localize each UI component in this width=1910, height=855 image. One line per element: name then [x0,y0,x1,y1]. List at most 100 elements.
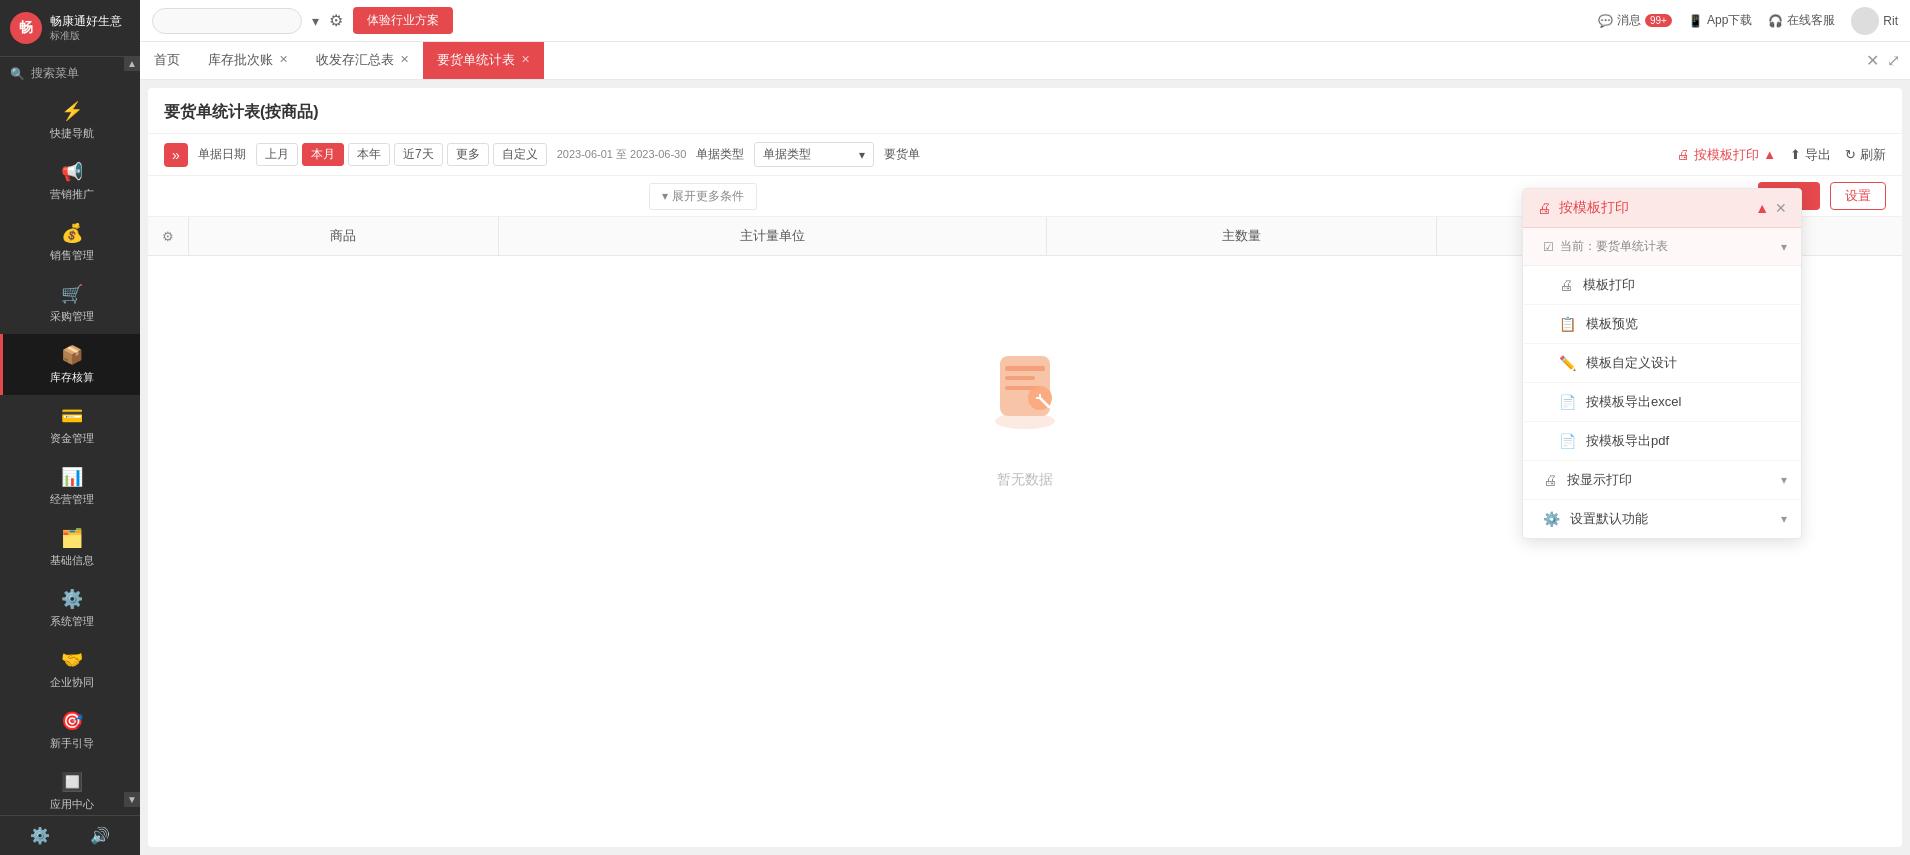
page-content: 要货单统计表(按商品) » 单据日期 上月 本月 本年 近7天 更多 自定义 2… [148,88,1902,847]
sidebar-item-sales[interactable]: 💰 销售管理 [0,212,140,273]
sidebar-item-operations[interactable]: 📊 经营管理 [0,456,140,517]
sidebar-item-apps[interactable]: 🔲 应用中心 [0,761,140,815]
expand-filter-button[interactable]: » [164,143,188,167]
basic-icon: 🗂️ [61,527,83,549]
sidebar-item-guide[interactable]: 🎯 新手引导 [0,700,140,761]
sidebar-item-label: 库存核算 [50,370,94,385]
printer-header-icon: 🖨 [1537,200,1551,216]
sidebar-item-label: 快捷导航 [50,126,94,141]
expand-more-button[interactable]: ▾ 展开更多条件 [649,183,757,210]
sidebar-item-quick-nav[interactable]: ⚡ 快捷导航 [0,90,140,151]
logo-icon: 畅 [10,12,42,44]
export-button[interactable]: ⬆ 导出 [1790,146,1831,164]
th-gear[interactable]: ⚙ [148,217,188,256]
close-tab-button[interactable]: ✕ [1866,51,1879,70]
headset-icon: 🎧 [1768,14,1783,28]
avatar-button[interactable]: Rit [1851,7,1898,35]
export-icon: ⬆ [1790,147,1801,162]
quick-nav-icon: ⚡ [61,100,83,122]
online-service-button[interactable]: 🎧 在线客服 [1768,12,1835,29]
empty-text: 暂无数据 [997,471,1053,489]
topbar-right: 💬 消息 99+ 📱 App下载 🎧 在线客服 Rit [1598,7,1898,35]
date-btn-last-month[interactable]: 上月 [256,143,298,166]
order-type-select[interactable]: 单据类型 ▾ [754,142,874,167]
app-download-button[interactable]: 📱 App下载 [1688,12,1752,29]
refresh-icon: ↻ [1845,147,1856,162]
date-btn-this-month[interactable]: 本月 [302,143,344,166]
date-range-display: 2023-06-01 至 2023-06-30 [557,147,687,162]
topbar-dropdown-arrow[interactable]: ▾ [312,13,319,29]
search-menu-button[interactable]: 🔍 搜索菜单 [0,57,140,90]
dropdown-item-export-pdf[interactable]: 📄 按模板导出pdf [1523,422,1801,461]
date-btn-custom[interactable]: 自定义 [493,143,547,166]
dropdown-item-template-print[interactable]: 🖨 模板打印 [1523,266,1801,305]
date-btn-7days[interactable]: 近7天 [394,143,443,166]
chevron-down-icon: ▾ [859,148,865,162]
empty-illustration [975,336,1075,455]
sidebar-item-label: 营销推广 [50,187,94,202]
set-default-item-icon: ⚙️ [1543,511,1560,527]
template-print-dropdown: 🖨 按模板打印 ▲ ✕ ☑ 当前：要货单统计表 ▾ 🖨 模板打印 [1522,188,1802,539]
date-filter-label: 单据日期 [198,146,246,163]
dropdown-item-template-preview[interactable]: 📋 模板预览 [1523,305,1801,344]
sidebar-item-inventory[interactable]: 📦 库存核算 [0,334,140,395]
settings-button[interactable]: 设置 [1830,182,1886,210]
sidebar-item-label: 采购管理 [50,309,94,324]
dropdown-item-set-default[interactable]: ⚙️ 设置默认功能 ▾ [1523,500,1801,538]
sidebar-item-basic[interactable]: 🗂️ 基础信息 [0,517,140,578]
dropdown-item-export-excel[interactable]: 📄 按模板导出excel [1523,383,1801,422]
refresh-button[interactable]: ↻ 刷新 [1845,146,1886,164]
expand-tab-button[interactable]: ⤢ [1887,51,1900,70]
system-icon: ⚙️ [61,588,83,610]
trial-button[interactable]: 体验行业方案 [353,7,453,34]
sidebar-item-purchase[interactable]: 🛒 采购管理 [0,273,140,334]
sidebar: 畅 畅康通好生意 标准版 🔍 搜索菜单 ⚡ 快捷导航 📢 营销推广 💰 销售管理… [0,0,140,855]
dropdown-header-label: 按模板打印 [1559,199,1629,217]
user-avatar [1851,7,1879,35]
topbar-search-input[interactable] [152,8,302,34]
sidebar-scroll-down[interactable]: ▼ [124,792,140,807]
sidebar-item-label: 企业协同 [50,675,94,690]
tab-close-receipt-summary[interactable]: ✕ [400,53,409,66]
sidebar-item-finance[interactable]: 💳 资金管理 [0,395,140,456]
user-name: Rit [1883,14,1898,28]
chevron-down-icon: ▾ [662,189,668,203]
tabs-actions: ✕ ⤢ [1866,42,1910,79]
page-title: 要货单统计表(按商品) [148,88,1902,134]
operations-icon: 📊 [61,466,83,488]
template-print-button[interactable]: 🖨 按模板打印 ▲ [1677,146,1776,164]
dropdown-item-template-custom[interactable]: ✏️ 模板自定义设计 [1523,344,1801,383]
order-type-label: 单据类型 [696,146,744,163]
date-btn-more[interactable]: 更多 [447,143,489,166]
template-preview-item-icon: 📋 [1559,316,1576,332]
sidebar-item-marketing[interactable]: 📢 营销推广 [0,151,140,212]
th-qty: 主数量 [1047,217,1437,256]
messages-badge: 99+ [1645,14,1672,27]
tab-close-order-stats[interactable]: ✕ [521,53,530,66]
tab-inventory-batch[interactable]: 库存批次账 ✕ [194,42,302,79]
tab-close-inventory-batch[interactable]: ✕ [279,53,288,66]
main-content: ▾ ⚙ 体验行业方案 💬 消息 99+ 📱 App下载 🎧 在线客服 Rit [140,0,1910,855]
topbar-gear-icon[interactable]: ⚙ [329,11,343,30]
date-btn-this-year[interactable]: 本年 [348,143,390,166]
sidebar-item-enterprise[interactable]: 🤝 企业协同 [0,639,140,700]
export-excel-item-icon: 📄 [1559,394,1576,410]
sidebar-scroll-up[interactable]: ▲ [124,56,140,71]
messages-button[interactable]: 💬 消息 99+ [1598,12,1672,29]
sidebar-item-system[interactable]: ⚙️ 系统管理 [0,578,140,639]
tab-home[interactable]: 首页 [140,42,194,79]
sidebar-item-label: 基础信息 [50,553,94,568]
tab-order-stats[interactable]: 要货单统计表 ✕ [423,42,544,79]
dropdown-close-icon[interactable]: ✕ [1775,200,1787,216]
dropdown-item-display-print[interactable]: 🖨 按显示打印 ▾ [1523,461,1801,500]
sidebar-bottom: ⚙️ 🔊 [0,815,140,855]
sidebar-nav: ⚡ 快捷导航 📢 营销推广 💰 销售管理 🛒 采购管理 📦 库存核算 💳 资金管… [0,90,140,815]
export-pdf-item-icon: 📄 [1559,433,1576,449]
tab-receipt-summary[interactable]: 收发存汇总表 ✕ [302,42,423,79]
sidebar-settings-icon[interactable]: ⚙️ [30,826,50,845]
display-print-arrow-icon: ▾ [1781,473,1787,487]
order-goods-label: 要货单 [884,146,920,163]
tabs-bar: 首页 库存批次账 ✕ 收发存汇总表 ✕ 要货单统计表 ✕ ✕ ⤢ [140,42,1910,80]
sidebar-sound-icon[interactable]: 🔊 [90,826,110,845]
page-toolbar: » 单据日期 上月 本月 本年 近7天 更多 自定义 2023-06-01 至 … [148,134,1902,176]
